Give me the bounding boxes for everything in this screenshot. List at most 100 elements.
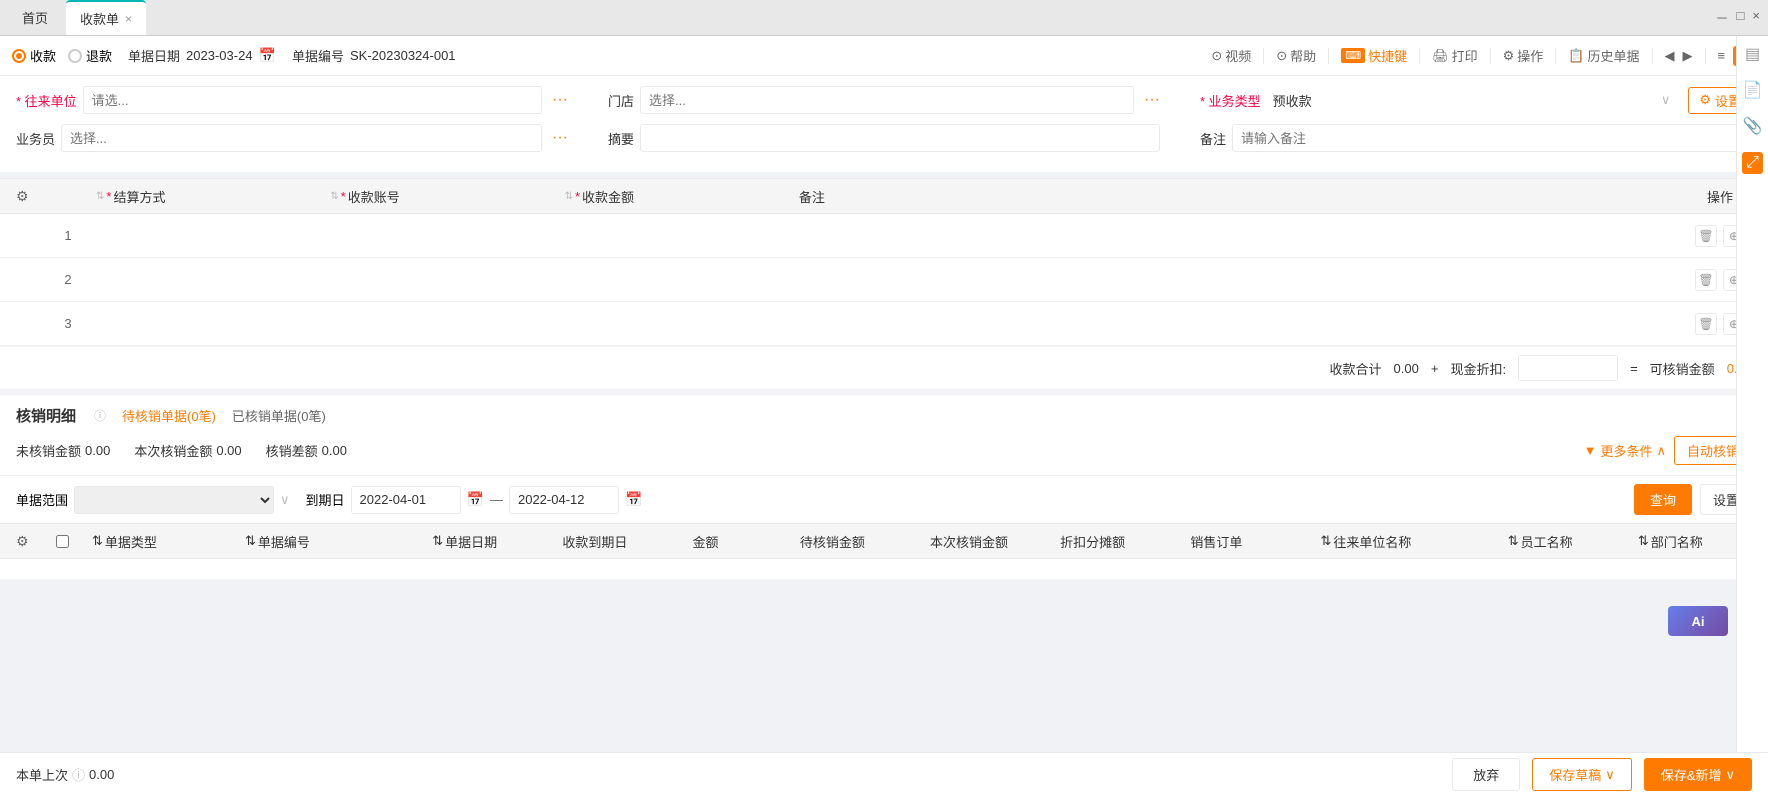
row1-num: 1	[48, 228, 88, 243]
counterpart-field: * 往来单位 ···	[16, 86, 568, 114]
bt-gear-icon[interactable]: ⚙	[16, 533, 29, 550]
sidebar-icon-3[interactable]: 📎	[1743, 116, 1763, 136]
bt-number-col: ⇅ 单据编号	[237, 532, 424, 551]
shortcut-icon: ⌨	[1341, 48, 1365, 63]
business-type-chevron[interactable]: ∨	[1661, 92, 1671, 108]
bt-counterpart-col: ⇅ 往来单位名称	[1312, 532, 1499, 551]
settle-col-label: *	[106, 189, 111, 204]
pending-tab[interactable]: 待核销单据(0笔)	[122, 406, 216, 425]
available-label: 可核销金额	[1650, 359, 1715, 378]
ai-badge[interactable]: Ai	[1668, 606, 1728, 636]
divider2	[1328, 48, 1329, 64]
number-value: SK-20230324-001	[350, 48, 456, 63]
bt-select-all-checkbox[interactable]	[56, 535, 69, 548]
date-field: 单据日期 2023-03-24 📅	[128, 46, 276, 65]
help-btn[interactable]: ⊙ 帮助	[1276, 46, 1316, 65]
window-max-btn[interactable]: □	[1737, 8, 1745, 27]
bt-dept-label: 部门名称	[1651, 532, 1703, 551]
calendar-to-icon[interactable]: 📅	[625, 491, 642, 508]
divider4	[1490, 48, 1491, 64]
store-label: 门店	[608, 91, 634, 110]
print-btn[interactable]: 🖨 打印	[1432, 46, 1478, 65]
bottom-table-body	[0, 559, 1768, 579]
date-to-input[interactable]	[509, 486, 619, 514]
divider5	[1555, 48, 1556, 64]
window-min-btn[interactable]: －	[1716, 8, 1729, 27]
date-from-input[interactable]	[351, 486, 461, 514]
account-col-text: 收款账号	[348, 187, 400, 206]
history-icon: 📋	[1568, 48, 1584, 64]
bt-amount-label: 金额	[693, 532, 719, 551]
bt-counterpart-label: 往来单位名称	[1333, 532, 1411, 551]
bt-discount-label: 折扣分摊额	[1060, 532, 1125, 551]
done-tab[interactable]: 已核销单据(0笔)	[232, 406, 326, 425]
video-label: 视频	[1225, 46, 1251, 65]
sidebar-icon-1[interactable]: ▤	[1745, 44, 1760, 64]
verify-actions: ▼ 更多条件 ∧ 自动核销	[1584, 436, 1752, 465]
total-label: 收款合计	[1330, 359, 1382, 378]
footer-actions: 放弃 保存草稿 ∨ 保存&新增 ∨	[1452, 758, 1752, 791]
verification-info-icon[interactable]: ⓘ	[94, 407, 106, 424]
table-gear-icon[interactable]: ⚙	[16, 188, 29, 205]
radio-receive[interactable]: 收款	[12, 46, 56, 65]
footer-info-icon[interactable]: ⓘ	[72, 765, 85, 784]
bt-current-label: 本次核销金额	[930, 532, 1008, 551]
tab-home[interactable]: 首页	[8, 0, 62, 35]
stats-row: 未核销金额 0.00 本次核销金额 0.00 核销差额 0.00 ▼ 更多条件 …	[0, 432, 1768, 475]
remark-label: 备注	[1200, 129, 1226, 148]
bt-sales-order-label: 销售订单	[1190, 532, 1242, 551]
abandon-btn[interactable]: 放弃	[1452, 758, 1520, 791]
sidebar-icon-4[interactable]: ⤢	[1742, 152, 1763, 174]
save-draft-chevron: ∨	[1605, 767, 1615, 783]
tab-current[interactable]: 收款单 ×	[66, 0, 146, 35]
video-btn[interactable]: ⊙ 视频	[1211, 46, 1251, 65]
save-draft-btn[interactable]: 保存草稿 ∨	[1532, 758, 1632, 791]
shortcut-btn[interactable]: ⌨ 快捷键	[1341, 46, 1407, 65]
history-btn[interactable]: 📋 历史单据	[1568, 46, 1639, 65]
save-draft-label: 保存草稿	[1549, 765, 1601, 784]
calendar-icon[interactable]: 📅	[259, 47, 276, 64]
diff-value: 0.00	[322, 443, 347, 458]
calendar-from-icon[interactable]: 📅	[467, 491, 484, 508]
save-new-chevron: ∨	[1725, 767, 1735, 783]
row2-delete-btn[interactable]: 🗑	[1695, 269, 1717, 291]
counterpart-more-icon[interactable]: ···	[552, 91, 568, 109]
bill-range-field: 单据范围 ∨	[16, 486, 290, 514]
counterpart-input[interactable]	[83, 86, 542, 114]
operation-btn[interactable]: ⚙ 操作	[1503, 46, 1544, 65]
current-value: 0.00	[216, 443, 241, 458]
query-btn[interactable]: 查询	[1634, 484, 1692, 515]
footer-info: 本单上次 ⓘ 0.00	[16, 765, 114, 784]
store-more-icon[interactable]: ···	[1144, 91, 1160, 109]
abstract-input[interactable]	[640, 124, 1160, 152]
right-sidebar: ▤ 📄 📎 ⤢	[1736, 36, 1768, 796]
discount-label: 现金折扣:	[1450, 359, 1506, 378]
bt-type-label: 单据类型	[105, 532, 157, 551]
sidebar-icon-2[interactable]: 📄	[1743, 80, 1763, 100]
save-new-btn[interactable]: 保存&新增 ∨	[1644, 758, 1752, 791]
summary-row: 收款合计 0.00 + 现金折扣: = 可核销金额 0.00	[0, 346, 1768, 389]
window-close-btn[interactable]: ×	[1752, 8, 1760, 27]
list-view-btn[interactable]: ≡	[1718, 48, 1726, 63]
bill-range-select[interactable]	[74, 486, 274, 514]
account-col-label: *	[341, 189, 346, 204]
more-conditions-btn[interactable]: ▼ 更多条件 ∧	[1584, 441, 1666, 460]
right-arrow-btn[interactable]: ▶	[1683, 48, 1693, 64]
discount-input[interactable]	[1518, 355, 1618, 381]
row1-delete-btn[interactable]: 🗑	[1695, 225, 1717, 247]
business-type-value: 预收款	[1273, 91, 1655, 110]
history-label: 历史单据	[1587, 46, 1639, 65]
salesperson-more-icon[interactable]: ···	[552, 129, 568, 147]
query-btn-label: 查询	[1650, 493, 1676, 508]
bt-date-label: 单据日期	[445, 532, 497, 551]
remark-input[interactable]	[1232, 124, 1752, 152]
salesperson-input[interactable]	[61, 124, 542, 152]
left-arrow-btn[interactable]: ◀	[1665, 48, 1675, 64]
radio-refund[interactable]: 退款	[68, 46, 112, 65]
row3-delete-btn[interactable]: 🗑	[1695, 313, 1717, 335]
tab-close-icon[interactable]: ×	[125, 12, 132, 26]
radio-refund-dot	[68, 49, 82, 63]
filter-row: 单据范围 ∨ 到期日 📅 — 📅 查询 设置	[0, 475, 1768, 523]
store-input[interactable]	[640, 86, 1134, 114]
bt-type-col: ⇅ 单据类型	[84, 532, 237, 551]
